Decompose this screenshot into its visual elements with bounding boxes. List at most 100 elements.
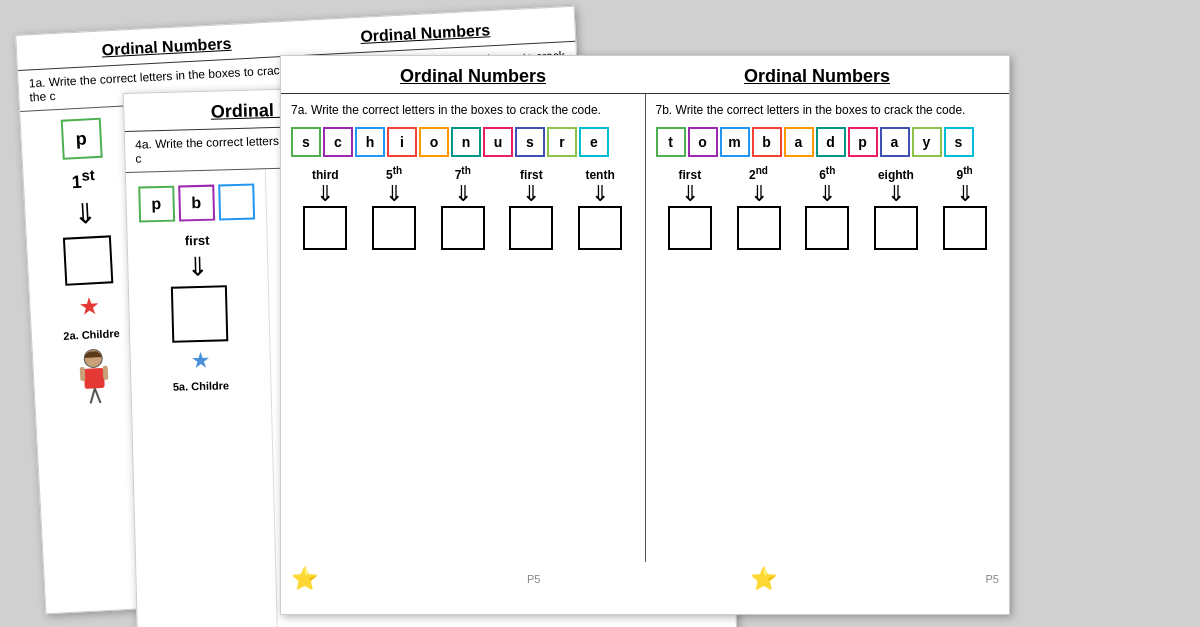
ordinal-box-right-4 — [943, 206, 987, 250]
ordinal-arrow-right-4: ⇓ — [956, 182, 974, 206]
ordinal-label-right-1: 2nd — [749, 165, 768, 182]
ordinal-arrow-right-0: ⇓ — [681, 182, 699, 206]
sheet3-title-right: Ordinal Numbers — [744, 66, 890, 87]
sheet3-left-section: 7a. Write the correct letters in the box… — [281, 94, 646, 562]
letter-box-right-2: m — [720, 127, 750, 157]
sheet3-ordinals-right: first ⇓ 2nd ⇓ 6th ⇓ eighth ⇓ 9th ⇓ — [656, 165, 1000, 250]
sheet3-footer: ⭐ P5 ⭐ P5 — [281, 562, 1009, 596]
sheet3-star-left: ⭐ — [291, 566, 318, 592]
letter-box-right-8: y — [912, 127, 942, 157]
svg-rect-1 — [83, 368, 104, 389]
ordinal-right-0: first ⇓ — [668, 165, 712, 250]
ordinal-label-right-0: first — [679, 165, 702, 182]
sheet1-person-icon — [72, 347, 115, 404]
ordinal-label-left-1: 5th — [386, 165, 402, 182]
letter-box-left-2: h — [355, 127, 385, 157]
ordinal-left-3: first ⇓ — [509, 165, 553, 250]
ordinal-left-4: tenth ⇓ — [578, 165, 622, 250]
ordinal-label-left-4: tenth — [585, 165, 614, 182]
ordinal-label-left-0: third — [312, 165, 339, 182]
ordinal-label-right-3: eighth — [878, 165, 914, 182]
letter-box-right-1: o — [688, 127, 718, 157]
letter-box-right-6: p — [848, 127, 878, 157]
letter-box-left-1: c — [323, 127, 353, 157]
ordinal-arrow-left-4: ⇓ — [591, 182, 609, 206]
sheet2-children-text: 5a. Childre — [173, 379, 230, 392]
ordinal-right-3: eighth ⇓ — [874, 165, 918, 250]
sheet2-blank-box — [218, 184, 255, 221]
sheet3-right-section: 7b. Write the correct letters in the box… — [646, 94, 1010, 562]
svg-line-3 — [94, 388, 100, 403]
ordinal-label-right-4: 9th — [957, 165, 973, 182]
worksheet-3: Ordinal Numbers Ordinal Numbers 7a. Writ… — [280, 55, 1010, 615]
letter-box-left-9: e — [579, 127, 609, 157]
sheet3-ordinals-left: third ⇓ 5th ⇓ 7th ⇓ first ⇓ tenth ⇓ — [291, 165, 635, 250]
letter-box-right-7: a — [880, 127, 910, 157]
ordinal-box-left-1 — [372, 206, 416, 250]
letter-box-right-5: d — [816, 127, 846, 157]
sheet1-ordinal-1st: 1st — [71, 166, 96, 193]
sheet2-answer-box — [170, 285, 227, 342]
letter-box-right-9: s — [944, 127, 974, 157]
ordinal-box-left-4 — [578, 206, 622, 250]
ordinal-box-right-2 — [805, 206, 849, 250]
sheet2-arrow: ⇓ — [187, 254, 210, 281]
ordinal-arrow-right-1: ⇓ — [750, 182, 768, 206]
letter-box-right-3: b — [752, 127, 782, 157]
sheet2-left-panel: p b first ⇓ ★ 5a. Childre — [126, 169, 278, 627]
ordinal-left-0: third ⇓ — [303, 165, 347, 250]
sheet3-instr-a: 7a. Write the correct letters in the box… — [291, 102, 635, 119]
sheet3-instr-b: 7b. Write the correct letters in the box… — [656, 102, 1000, 119]
sheet3-letter-boxes-right: tombadpays — [656, 127, 1000, 157]
sheet2-first-label: first — [185, 233, 210, 249]
svg-rect-5 — [102, 366, 108, 380]
ordinal-arrow-left-0: ⇓ — [316, 182, 334, 206]
ordinal-right-4: 9th ⇓ — [943, 165, 987, 250]
sheet3-letter-boxes-left: schionusre — [291, 127, 635, 157]
ordinal-box-left-0 — [303, 206, 347, 250]
letter-box-left-0: s — [291, 127, 321, 157]
ordinal-box-right-1 — [737, 206, 781, 250]
sheet3-main: 7a. Write the correct letters in the box… — [281, 94, 1009, 562]
ordinal-right-2: 6th ⇓ — [805, 165, 849, 250]
sheet1-children-text: 2a. Childre — [63, 327, 120, 342]
ordinal-arrow-left-2: ⇓ — [454, 182, 472, 206]
letter-box-right-0: t — [656, 127, 686, 157]
ordinal-left-1: 5th ⇓ — [372, 165, 416, 250]
sheet1-arrow: ⇓ — [73, 200, 97, 229]
sheet3-title-left: Ordinal Numbers — [400, 66, 546, 87]
ordinal-label-right-2: 6th — [819, 165, 835, 182]
ordinal-box-right-0 — [668, 206, 712, 250]
letter-box-left-8: r — [547, 127, 577, 157]
sheet1-title-left: Ordinal Numbers — [101, 35, 232, 60]
ordinal-arrow-right-2: ⇓ — [818, 182, 836, 206]
letter-box-right-4: a — [784, 127, 814, 157]
letter-box-left-6: u — [483, 127, 513, 157]
ordinal-label-left-3: first — [520, 165, 543, 182]
ordinal-box-left-2 — [441, 206, 485, 250]
ordinal-arrow-left-3: ⇓ — [522, 182, 540, 206]
sheet3-title: Ordinal Numbers Ordinal Numbers — [281, 56, 1009, 94]
ordinal-arrow-right-3: ⇓ — [887, 182, 905, 206]
letter-box-left-5: n — [451, 127, 481, 157]
ordinal-box-right-3 — [874, 206, 918, 250]
sheet3-page-right: P5 — [986, 573, 999, 585]
letter-box-left-3: i — [387, 127, 417, 157]
ordinal-label-left-2: 7th — [455, 165, 471, 182]
sheet1-answer-box — [62, 235, 112, 285]
ordinal-box-left-3 — [509, 206, 553, 250]
svg-rect-4 — [79, 367, 85, 381]
sheet1-p-box: p — [60, 118, 102, 160]
ordinal-right-1: 2nd ⇓ — [737, 165, 781, 250]
letter-box-left-7: s — [515, 127, 545, 157]
sheet2-star-icon: ★ — [190, 348, 211, 375]
sheet2-p-box: p — [138, 186, 175, 223]
sheet1-star-icon: ★ — [78, 292, 101, 321]
sheet3-page-left: P5 — [527, 573, 540, 585]
sheet3-star-right: ⭐ — [750, 566, 777, 592]
ordinal-left-2: 7th ⇓ — [441, 165, 485, 250]
sheet2-b-box: b — [178, 185, 215, 222]
sheet1-title-right: Ordinal Numbers — [360, 21, 491, 46]
letter-box-left-4: o — [419, 127, 449, 157]
ordinal-arrow-left-1: ⇓ — [385, 182, 403, 206]
